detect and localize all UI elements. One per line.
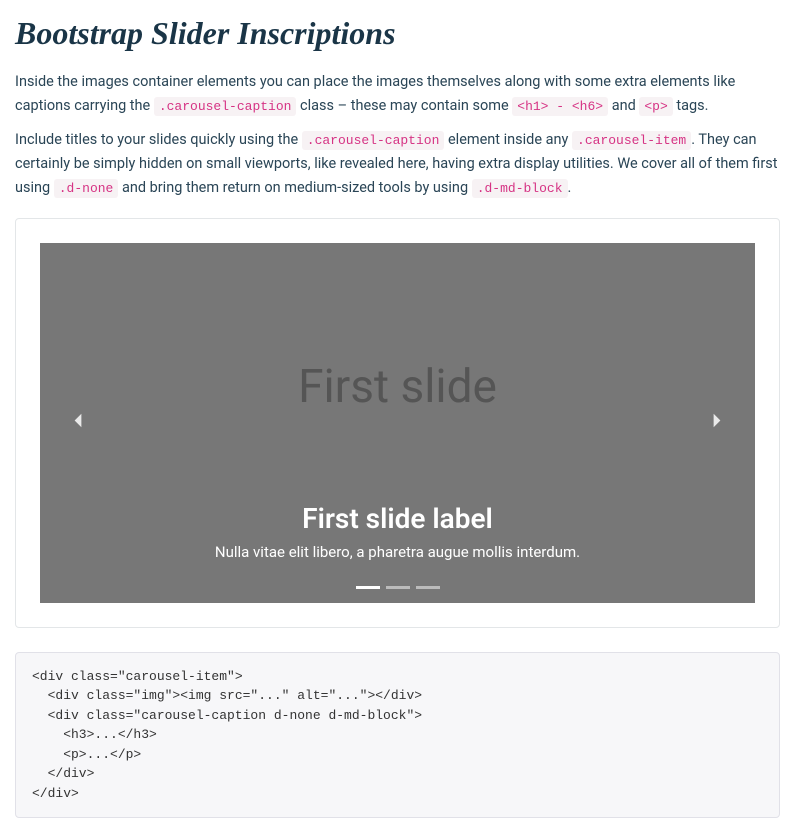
page-title: Bootstrap Slider Inscriptions [15, 15, 780, 52]
code-heading-tags: <h1> - <h6> [512, 97, 608, 116]
caption-title: First slide label [112, 502, 684, 535]
code-carousel-item: .carousel-item [572, 131, 691, 150]
chevron-left-icon [69, 410, 87, 435]
slide-placeholder-text: First slide [298, 360, 497, 414]
code-carousel-caption: .carousel-caption [154, 97, 297, 116]
text: . [568, 179, 572, 196]
code-p-tag: <p> [639, 97, 672, 116]
code-example-block: <div class="carousel-item"> <div class="… [15, 652, 780, 819]
caption-subtitle: Nulla vitae elit libero, a pharetra augu… [112, 543, 684, 561]
carousel-example-container: First slide First slide label Nulla vita… [15, 218, 780, 628]
intro-paragraph-2: Include titles to your slides quickly us… [15, 128, 780, 200]
text: tags. [673, 97, 709, 114]
text: element inside any [444, 131, 572, 148]
carousel-caption: First slide label Nulla vitae elit liber… [112, 502, 684, 561]
text: and [608, 97, 639, 114]
carousel[interactable]: First slide First slide label Nulla vita… [40, 243, 755, 603]
text: and bring them return on medium-sized to… [118, 179, 471, 196]
carousel-prev-button[interactable] [58, 410, 98, 435]
carousel-indicator-3[interactable] [416, 586, 440, 589]
code-d-md-block: .d-md-block [472, 179, 568, 198]
code-d-none: .d-none [54, 179, 119, 198]
carousel-indicators [356, 586, 440, 589]
text: class – these may contain some [296, 97, 512, 114]
carousel-indicator-2[interactable] [386, 586, 410, 589]
carousel-next-button[interactable] [697, 410, 737, 435]
code-carousel-caption: .carousel-caption [302, 131, 445, 150]
text: Include titles to your slides quickly us… [15, 131, 302, 148]
chevron-right-icon [708, 410, 726, 435]
intro-paragraph-1: Inside the images container elements you… [15, 70, 780, 118]
carousel-indicator-1[interactable] [356, 586, 380, 589]
